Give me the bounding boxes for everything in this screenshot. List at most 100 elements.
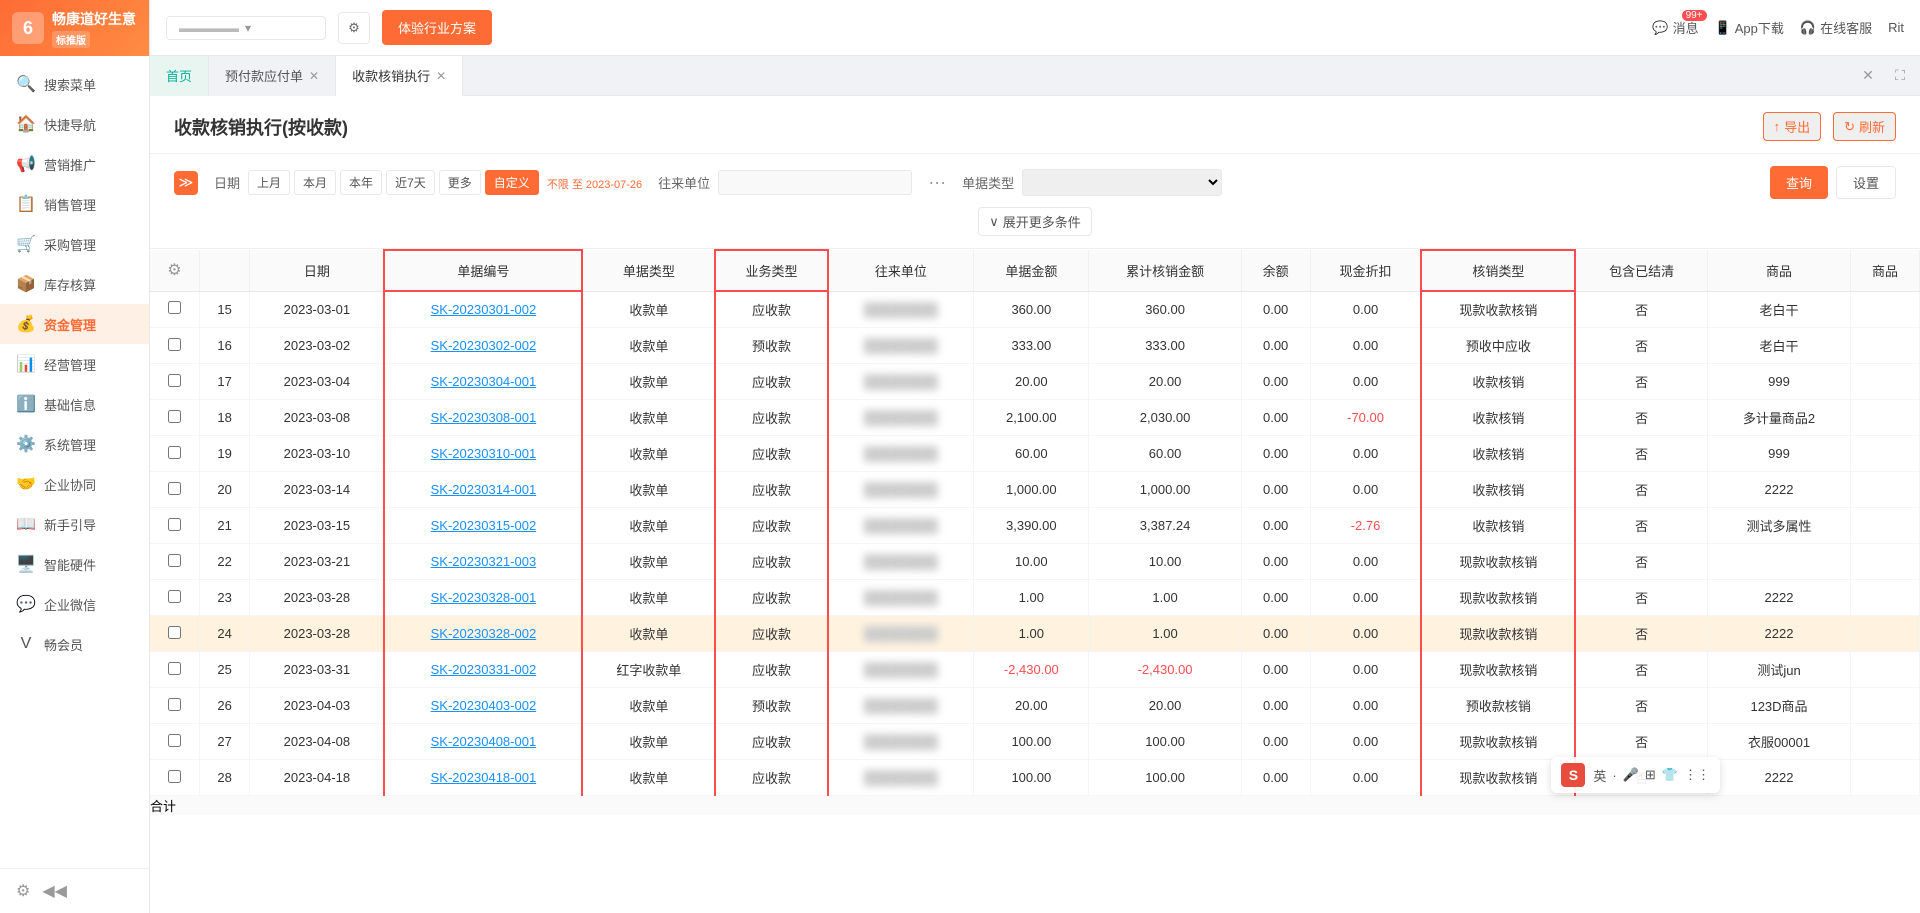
last-7days-btn[interactable]: 近7天: [386, 170, 435, 195]
table-row[interactable]: 19 2023-03-10 SK-20230310-001 收款单 应收款 ██…: [150, 436, 1920, 472]
solution-button[interactable]: 体验行业方案: [382, 10, 492, 45]
table-row[interactable]: 18 2023-03-08 SK-20230308-001 收款单 应收款 ██…: [150, 400, 1920, 436]
sidebar-item-purchase[interactable]: 🛒采购管理: [0, 224, 149, 264]
cell-checkbox[interactable]: [150, 544, 199, 580]
refresh-button[interactable]: ↻ 刷新: [1833, 112, 1896, 141]
table-row[interactable]: 17 2023-03-04 SK-20230304-001 收款单 应收款 ██…: [150, 364, 1920, 400]
online-service-action[interactable]: 🎧 在线客服: [1800, 18, 1872, 37]
receipt-type-select[interactable]: [1022, 169, 1222, 196]
cell-receipt-no[interactable]: SK-20230315-002: [384, 508, 582, 544]
table-row[interactable]: 24 2023-03-28 SK-20230328-002 收款单 应收款 ██…: [150, 616, 1920, 652]
table-row[interactable]: 27 2023-04-08 SK-20230408-001 收款单 应收款 ██…: [150, 724, 1920, 760]
cell-receipt-no[interactable]: SK-20230301-002: [384, 291, 582, 328]
sidebar-label-wechat: 企业微信: [44, 595, 96, 614]
app-download-action[interactable]: 📱 App下载: [1715, 18, 1784, 37]
cell-checkbox[interactable]: [150, 724, 199, 760]
cell-checkbox[interactable]: [150, 760, 199, 796]
table-row[interactable]: 26 2023-04-03 SK-20230403-002 收款单 预收款 ██…: [150, 688, 1920, 724]
this-month-btn[interactable]: 本月: [294, 170, 336, 195]
sidebar-item-basic[interactable]: ℹ️基础信息: [0, 384, 149, 424]
cell-cumulative: 10.00: [1089, 544, 1241, 580]
cell-receipt-type: 收款单: [582, 472, 715, 508]
table-row[interactable]: 16 2023-03-02 SK-20230302-002 收款单 预收款 ██…: [150, 328, 1920, 364]
collection-tab-close[interactable]: ✕: [436, 69, 446, 83]
topbar-gear-btn[interactable]: ⚙: [338, 12, 370, 44]
table-row[interactable]: 23 2023-03-28 SK-20230328-001 收款单 应收款 ██…: [150, 580, 1920, 616]
cell-cash-discount: 0.00: [1310, 652, 1421, 688]
cell-checkbox[interactable]: [150, 688, 199, 724]
cell-receipt-no[interactable]: SK-20230328-002: [384, 616, 582, 652]
last-month-btn[interactable]: 上月: [248, 170, 290, 195]
messages-action[interactable]: 💬 消息 99+: [1652, 18, 1698, 37]
cell-checkbox[interactable]: [150, 364, 199, 400]
cell-receipt-no[interactable]: SK-20230418-001: [384, 760, 582, 796]
tab-close-all-btn[interactable]: ✕: [1856, 64, 1880, 88]
query-button[interactable]: 查询: [1770, 166, 1828, 199]
table-row[interactable]: 15 2023-03-01 SK-20230301-002 收款单 应收款 ██…: [150, 291, 1920, 328]
cell-receipt-no[interactable]: SK-20230310-001: [384, 436, 582, 472]
sidebar-item-enterprise[interactable]: 🤝企业协同: [0, 464, 149, 504]
tab-prepay[interactable]: 预付款应付单 ✕: [209, 56, 336, 96]
table-row[interactable]: 25 2023-03-31 SK-20230331-002 红字收款单 应收款 …: [150, 652, 1920, 688]
export-button[interactable]: ↑ 导出: [1763, 112, 1822, 141]
prepay-tab-close[interactable]: ✕: [309, 69, 319, 83]
table-row[interactable]: 22 2023-03-21 SK-20230321-003 收款单 应收款 ██…: [150, 544, 1920, 580]
tab-expand-btn[interactable]: ⛶: [1888, 64, 1912, 88]
cell-receipt-no[interactable]: SK-20230314-001: [384, 472, 582, 508]
cell-receipt-no[interactable]: SK-20230321-003: [384, 544, 582, 580]
partner-input[interactable]: [718, 170, 912, 195]
sidebar-collapse-icon[interactable]: ◀◀: [42, 881, 67, 901]
more-date-btn[interactable]: 更多: [439, 170, 481, 195]
cell-receipt-type: 收款单: [582, 616, 715, 652]
tab-collection[interactable]: 收款核销执行 ✕: [336, 56, 463, 96]
sidebar-item-inventory[interactable]: 📦库存核算: [0, 264, 149, 304]
cell-cash-discount: 0.00: [1310, 472, 1421, 508]
cell-biz-type: 应收款: [715, 544, 827, 580]
workspace-selector[interactable]: ▬▬▬▬▬ ▾: [166, 16, 326, 40]
table-row[interactable]: 21 2023-03-15 SK-20230315-002 收款单 应收款 ██…: [150, 508, 1920, 544]
cell-partner: ████████: [828, 291, 974, 328]
more-filters-dots[interactable]: ···: [928, 172, 946, 193]
cell-checkbox[interactable]: [150, 436, 199, 472]
cell-product: 999: [1708, 436, 1851, 472]
sidebar-item-quick-nav[interactable]: 🏠快捷导航: [0, 104, 149, 144]
cell-checkbox[interactable]: [150, 652, 199, 688]
cell-checkbox[interactable]: [150, 328, 199, 364]
filter-receipt-type-group: 单据类型: [962, 169, 1222, 196]
custom-date-btn[interactable]: 自定义: [485, 170, 539, 195]
sidebar-item-search[interactable]: 🔍搜索菜单: [0, 64, 149, 104]
cell-receipt-no[interactable]: SK-20230328-001: [384, 580, 582, 616]
sidebar-item-hardware[interactable]: 🖥️智能硬件: [0, 544, 149, 584]
cell-biz-type: 应收款: [715, 616, 827, 652]
cell-receipt-no[interactable]: SK-20230302-002: [384, 328, 582, 364]
sidebar-item-wechat[interactable]: 💬企业微信: [0, 584, 149, 624]
cell-biz-type: 应收款: [715, 580, 827, 616]
settings-button[interactable]: 设置: [1836, 166, 1896, 199]
sidebar-item-operations[interactable]: 📊经营管理: [0, 344, 149, 384]
cell-checkbox[interactable]: [150, 472, 199, 508]
cell-checkbox[interactable]: [150, 616, 199, 652]
sidebar-item-guide[interactable]: 📖新手引导: [0, 504, 149, 544]
filter-toggle-btn[interactable]: ≫: [174, 171, 198, 195]
cell-checkbox[interactable]: [150, 580, 199, 616]
sidebar-item-system[interactable]: ⚙️系统管理: [0, 424, 149, 464]
cell-receipt-no[interactable]: SK-20230304-001: [384, 364, 582, 400]
sidebar-item-sales[interactable]: 📋销售管理: [0, 184, 149, 224]
cell-checkbox[interactable]: [150, 508, 199, 544]
sidebar-gear-icon[interactable]: ⚙: [16, 881, 30, 901]
cell-receipt-no[interactable]: SK-20230403-002: [384, 688, 582, 724]
cell-checkbox[interactable]: [150, 400, 199, 436]
cell-receipt-no[interactable]: SK-20230308-001: [384, 400, 582, 436]
cell-checkbox[interactable]: [150, 291, 199, 328]
table-row[interactable]: 20 2023-03-14 SK-20230314-001 收款单 应收款 ██…: [150, 472, 1920, 508]
sidebar-item-finance[interactable]: 💰资金管理: [0, 304, 149, 344]
this-year-btn[interactable]: 本年: [340, 170, 382, 195]
cell-product2: [1851, 436, 1920, 472]
sidebar-item-member[interactable]: V畅会员: [0, 624, 149, 664]
expand-more-conditions-btn[interactable]: ∨ 展开更多条件: [978, 207, 1092, 236]
sidebar-item-marketing[interactable]: 📢营销推广: [0, 144, 149, 184]
tab-home[interactable]: 首页: [150, 56, 209, 96]
cell-receipt-no[interactable]: SK-20230331-002: [384, 652, 582, 688]
col-settings-header[interactable]: ⚙: [150, 250, 199, 291]
cell-receipt-no[interactable]: SK-20230408-001: [384, 724, 582, 760]
